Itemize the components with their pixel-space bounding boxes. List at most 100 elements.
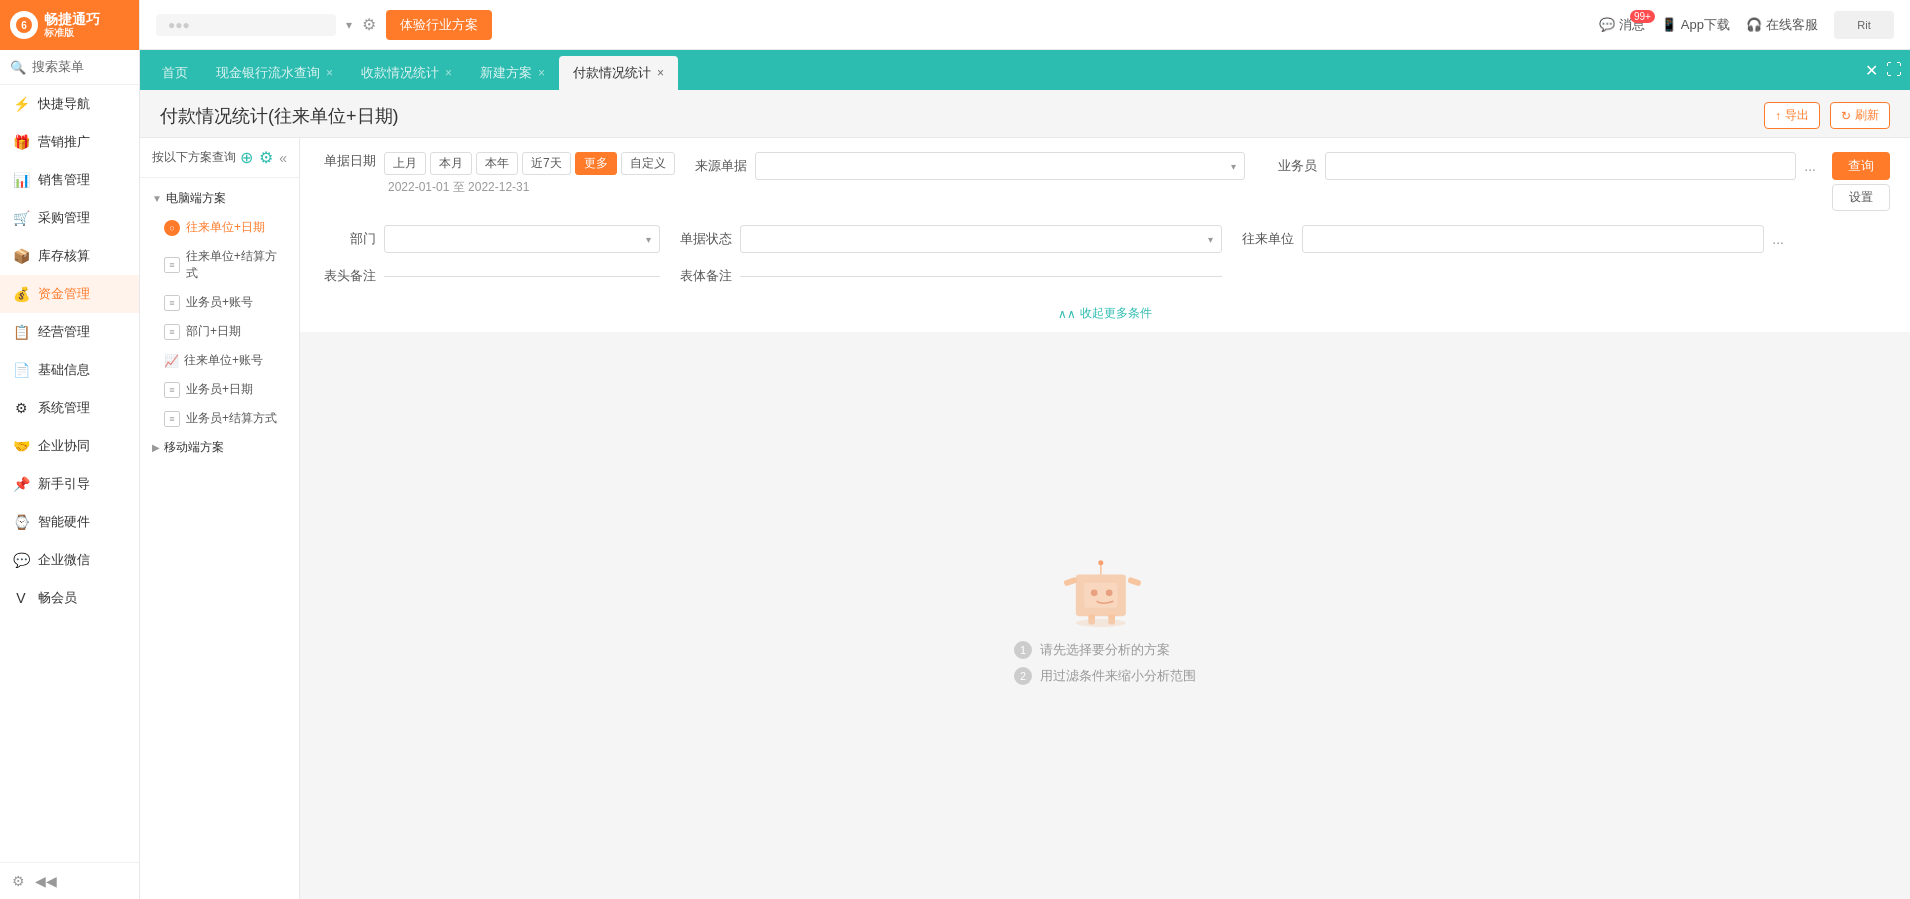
- system-icon: ⚙: [12, 400, 30, 416]
- sidebar-item-enterprise[interactable]: 🤝 企业协同: [0, 427, 139, 465]
- sidebar-item-system[interactable]: ⚙ 系统管理: [0, 389, 139, 427]
- messages-button[interactable]: 💬 消息 99+: [1599, 16, 1645, 34]
- scheme-item-0[interactable]: ○ 往来单位+日期: [140, 213, 299, 242]
- scheme-item-6-icon: ≡: [164, 411, 180, 427]
- date-opt-last-month[interactable]: 上月: [384, 152, 426, 175]
- scheme-item-1[interactable]: ≡ 往来单位+结算方式: [140, 242, 299, 288]
- partner-dots[interactable]: ...: [1772, 231, 1784, 247]
- scheme-add-button[interactable]: ⊕: [240, 148, 253, 167]
- doc-status-arrow-icon: ▾: [1208, 234, 1213, 245]
- mobile-chevron-icon: ▶: [152, 442, 160, 453]
- settings-button[interactable]: 设置: [1832, 184, 1890, 211]
- filter-top: 单据日期 上月 本月 本年 近7天 更多 自定义 20: [300, 138, 1910, 332]
- desktop-category[interactable]: ▼ 电脑端方案: [140, 184, 299, 213]
- search-icon: 🔍: [10, 60, 26, 75]
- sidebar-item-sales[interactable]: 📊 销售管理: [0, 161, 139, 199]
- scheme-collapse-button[interactable]: «: [279, 150, 287, 166]
- date-opt-7days[interactable]: 近7天: [522, 152, 571, 175]
- tabs-right-controls: ✕ ⛶: [1865, 50, 1902, 90]
- guide-icon: 📌: [12, 476, 30, 492]
- app-download-button[interactable]: 📱 App下载: [1661, 16, 1730, 34]
- scheme-item-3[interactable]: ≡ 部门+日期: [140, 317, 299, 346]
- date-opt-custom[interactable]: 自定义: [621, 152, 675, 175]
- date-opt-this-month[interactable]: 本月: [430, 152, 472, 175]
- tab-collection-close-icon[interactable]: ×: [445, 66, 452, 80]
- tab-new-scheme[interactable]: 新建方案 ×: [466, 56, 559, 90]
- sidebar-item-member[interactable]: V 畅会员: [0, 579, 139, 617]
- page-header-actions: ↑ 导出 ↻ 刷新: [1764, 102, 1890, 129]
- date-opt-this-year[interactable]: 本年: [476, 152, 518, 175]
- scheme-item-1-icon: ≡: [164, 257, 180, 273]
- tab-collection[interactable]: 收款情况统计 ×: [347, 56, 466, 90]
- dept-select[interactable]: ▾: [384, 225, 660, 253]
- page-header: 付款情况统计(往来单位+日期) ↑ 导出 ↻ 刷新: [140, 90, 1910, 138]
- scheme-item-6[interactable]: ≡ 业务员+结算方式: [140, 404, 299, 433]
- tab-home[interactable]: 首页: [148, 56, 202, 90]
- address-bar[interactable]: ●●●: [156, 14, 336, 36]
- inventory-icon: 📦: [12, 248, 30, 264]
- sidebar-item-hardware[interactable]: ⌚ 智能硬件: [0, 503, 139, 541]
- sidebar-item-basic[interactable]: 📄 基础信息: [0, 351, 139, 389]
- date-range-text: 2022-01-01 至 2022-12-31: [388, 179, 675, 196]
- filter-container: 单据日期 上月 本月 本年 近7天 更多 自定义 20: [300, 138, 1910, 899]
- source-select[interactable]: ▾: [755, 152, 1246, 180]
- member-icon: V: [12, 590, 30, 606]
- sales-icon: 📊: [12, 172, 30, 188]
- scheme-tree: ▼ 电脑端方案 ○ 往来单位+日期 ≡ 往来单位+结算方式: [140, 178, 299, 899]
- address-chevron-icon[interactable]: ▾: [346, 18, 352, 32]
- tab-bank-close-icon[interactable]: ×: [326, 66, 333, 80]
- refresh-button[interactable]: ↻ 刷新: [1830, 102, 1890, 129]
- sidebar-item-purchase[interactable]: 🛒 采购管理: [0, 199, 139, 237]
- user-avatar[interactable]: Rit: [1834, 11, 1894, 39]
- collapse-icon: ∧∧: [1058, 307, 1076, 321]
- salesman-input[interactable]: [1325, 152, 1796, 180]
- sidebar-collapse-button[interactable]: ◀◀: [35, 873, 57, 889]
- sidebar: 6 畅捷通巧 标准版 🔍 搜索菜单 ⚡ 快捷导航 🎁 营销推广 📊 销售管理 🛒…: [0, 0, 140, 899]
- sidebar-item-capital[interactable]: 💰 资金管理: [0, 275, 139, 313]
- scheme-settings-button[interactable]: ⚙: [259, 148, 273, 167]
- desktop-chevron-icon: ▼: [152, 193, 162, 204]
- filter-actions: 查询 设置: [1832, 152, 1890, 211]
- scheme-item-5[interactable]: ≡ 业务员+日期: [140, 375, 299, 404]
- doc-status-select[interactable]: ▾: [740, 225, 1222, 253]
- tab-maximize-icon[interactable]: ⛶: [1886, 61, 1902, 79]
- sidebar-item-marketing[interactable]: 🎁 营销推广: [0, 123, 139, 161]
- mobile-category[interactable]: ▶ 移动端方案: [140, 433, 299, 462]
- body-remark-label: 表体备注: [676, 267, 732, 285]
- query-button[interactable]: 查询: [1832, 152, 1890, 180]
- sidebar-item-operation[interactable]: 📋 经营管理: [0, 313, 139, 351]
- svg-point-11: [1098, 560, 1103, 565]
- search-menu[interactable]: 🔍 搜索菜单: [0, 50, 139, 85]
- scheme-item-2-icon: ≡: [164, 295, 180, 311]
- refresh-icon: ↻: [1841, 109, 1851, 123]
- date-opt-more[interactable]: 更多: [575, 152, 617, 175]
- partner-input[interactable]: [1302, 225, 1764, 253]
- sidebar-item-quick-nav[interactable]: ⚡ 快捷导航: [0, 85, 139, 123]
- topbar-gear-icon[interactable]: ⚙: [362, 15, 376, 34]
- scheme-item-5-icon: ≡: [164, 382, 180, 398]
- results-area: 1 请先选择要分析的方案 2 用过滤条件来缩小分析范围: [300, 332, 1910, 899]
- sidebar-footer: ⚙ ◀◀: [0, 862, 139, 899]
- salesman-dots[interactable]: ...: [1804, 158, 1816, 174]
- tab-close-all-icon[interactable]: ✕: [1865, 61, 1878, 80]
- scheme-item-4[interactable]: 📈 往来单位+账号: [140, 346, 299, 375]
- tab-bank[interactable]: 现金银行流水查询 ×: [202, 56, 347, 90]
- trial-button[interactable]: 体验行业方案: [386, 10, 492, 40]
- scheme-item-0-icon: ○: [164, 220, 180, 236]
- collapse-conditions-button[interactable]: ∧∧ 收起更多条件: [320, 295, 1890, 332]
- topbar: ●●● ▾ ⚙ 体验行业方案 💬 消息 99+ 📱 App下载 🎧 在线客服 R…: [140, 0, 1910, 50]
- marketing-icon: 🎁: [12, 134, 30, 150]
- hardware-icon: ⌚: [12, 514, 30, 530]
- tab-payment-close-icon[interactable]: ×: [657, 66, 664, 80]
- topbar-right: 💬 消息 99+ 📱 App下载 🎧 在线客服 Rit: [1599, 11, 1894, 39]
- tab-payment[interactable]: 付款情况统计 ×: [559, 56, 678, 90]
- tab-new-scheme-close-icon[interactable]: ×: [538, 66, 545, 80]
- scheme-item-2[interactable]: ≡ 业务员+账号: [140, 288, 299, 317]
- export-button[interactable]: ↑ 导出: [1764, 102, 1820, 129]
- sidebar-item-guide[interactable]: 📌 新手引导: [0, 465, 139, 503]
- sidebar-settings-button[interactable]: ⚙: [12, 873, 25, 889]
- sidebar-item-wechat[interactable]: 💬 企业微信: [0, 541, 139, 579]
- online-service-button[interactable]: 🎧 在线客服: [1746, 16, 1818, 34]
- sidebar-item-inventory[interactable]: 📦 库存核算: [0, 237, 139, 275]
- svg-point-5: [1106, 589, 1113, 596]
